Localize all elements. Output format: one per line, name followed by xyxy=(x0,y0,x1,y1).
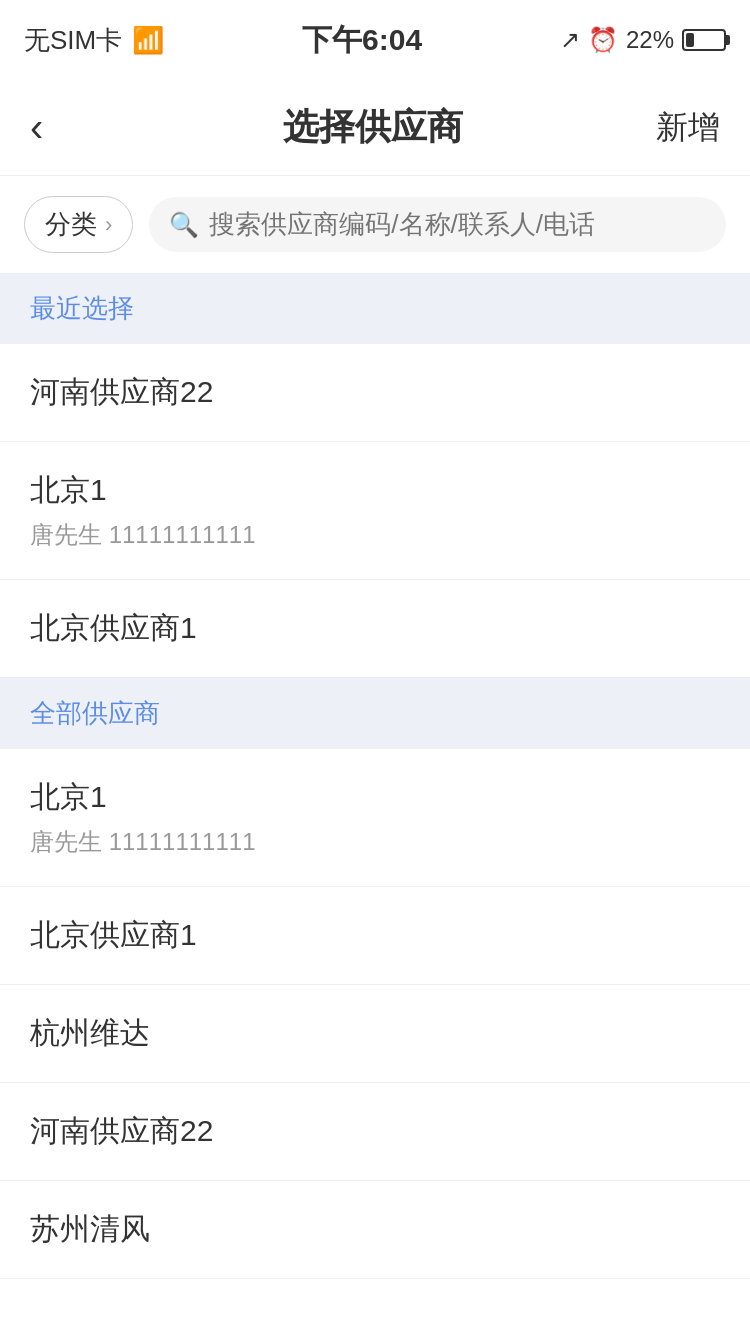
battery-icon xyxy=(682,29,726,51)
status-time: 下午6:04 xyxy=(302,20,422,61)
list-item[interactable]: 河南供应商22 xyxy=(0,344,750,442)
category-filter[interactable]: 分类 › xyxy=(24,196,133,253)
search-icon: 🔍 xyxy=(169,211,199,239)
recent-section-header: 最近选择 xyxy=(0,273,750,344)
list-item[interactable]: 北京1 唐先生 11111111111 xyxy=(0,749,750,887)
item-name: 北京供应商1 xyxy=(30,608,720,649)
item-name: 河南供应商22 xyxy=(30,372,720,413)
battery-percent: 22% xyxy=(626,26,674,54)
list-item[interactable]: 杭州维达 xyxy=(0,985,750,1083)
page-title: 选择供应商 xyxy=(283,103,463,152)
category-label: 分类 xyxy=(45,207,97,242)
item-contact: 唐先生 11111111111 xyxy=(30,826,720,858)
item-name: 北京1 xyxy=(30,777,720,818)
item-name: 杭州维达 xyxy=(30,1013,720,1054)
alarm-icon: ⏰ xyxy=(588,26,618,54)
item-contact: 唐先生 11111111111 xyxy=(30,519,720,551)
list-item[interactable]: 北京1 唐先生 11111111111 xyxy=(0,442,750,580)
location-icon: ↗ xyxy=(560,26,580,54)
nav-bar: ‹ 选择供应商 新增 xyxy=(0,80,750,176)
list-item[interactable]: 北京供应商1 xyxy=(0,887,750,985)
item-name: 北京1 xyxy=(30,470,720,511)
all-section-header: 全部供应商 xyxy=(0,678,750,749)
all-list: 北京1 唐先生 11111111111 北京供应商1 杭州维达河南供应商22 苏州清风 xyxy=(0,749,750,1279)
recent-list: 河南供应商22 北京1 唐先生 11111111111 北京供应商1 xyxy=(0,344,750,678)
item-name: 北京供应商1 xyxy=(30,915,720,956)
search-box: 🔍 xyxy=(149,197,726,252)
filter-bar: 分类 › 🔍 xyxy=(0,176,750,273)
status-right: ↗ ⏰ 22% xyxy=(560,26,726,54)
search-input[interactable] xyxy=(209,209,706,240)
status-left: 无SIM卡 📶 xyxy=(24,23,164,58)
carrier-text: 无SIM卡 xyxy=(24,23,122,58)
add-button[interactable]: 新增 xyxy=(656,106,720,150)
list-item[interactable]: 北京供应商1 xyxy=(0,580,750,678)
item-name: 苏州清风 xyxy=(30,1209,720,1250)
chevron-right-icon: › xyxy=(105,212,112,238)
status-bar: 无SIM卡 📶 下午6:04 ↗ ⏰ 22% xyxy=(0,0,750,80)
wifi-icon: 📶 xyxy=(132,25,164,56)
item-name: 河南供应商22 xyxy=(30,1111,720,1152)
list-item[interactable]: 苏州清风 xyxy=(0,1181,750,1279)
list-item[interactable]: 河南供应商22 xyxy=(0,1083,750,1181)
back-button[interactable]: ‹ xyxy=(30,105,90,150)
